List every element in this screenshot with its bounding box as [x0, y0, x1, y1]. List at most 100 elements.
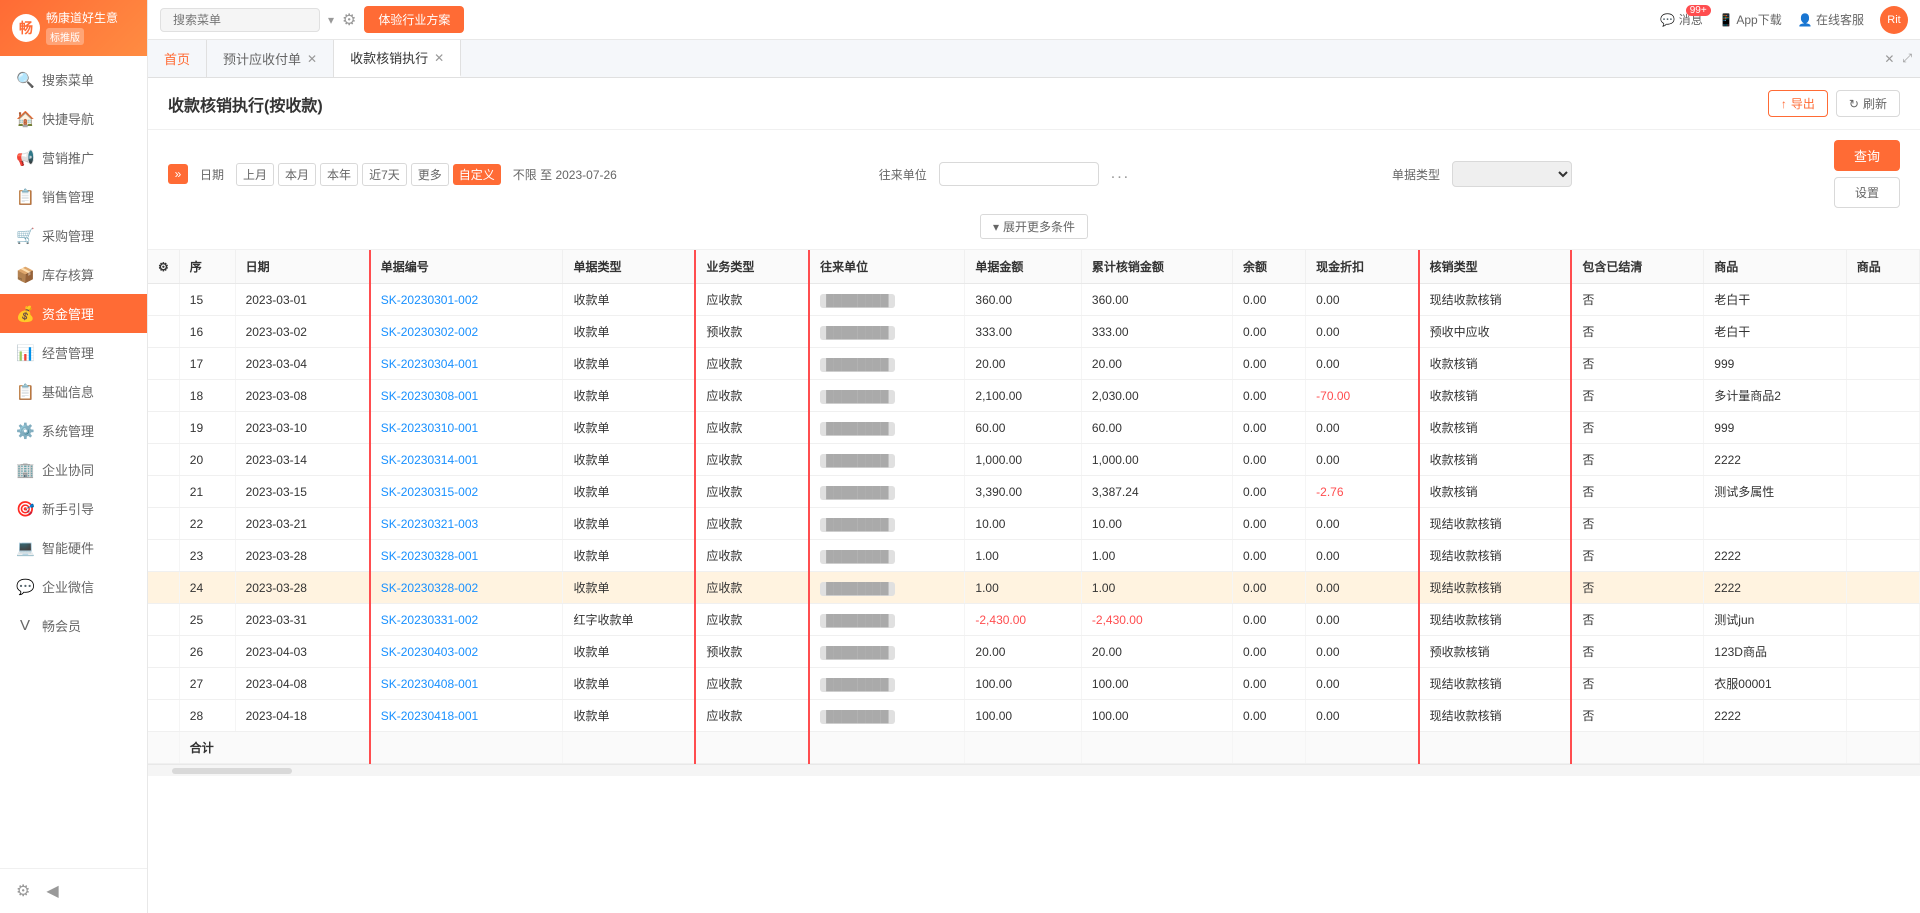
sidebar-item-sales[interactable]: 📋销售管理	[0, 177, 147, 216]
table-row[interactable]: 272023-04-08SK-20230408-001收款单应收款███████…	[148, 668, 1920, 700]
setting-button[interactable]: 设置	[1834, 177, 1900, 208]
table-cell: -2.76	[1306, 476, 1419, 508]
industry-solution-button[interactable]: 体验行业方案	[364, 6, 464, 33]
table-cell[interactable]: SK-20230321-003	[370, 508, 563, 540]
sidebar-item-member[interactable]: V畅会员	[0, 606, 147, 645]
more-date-button[interactable]: 更多	[411, 163, 449, 186]
collapse-icon[interactable]: ◀	[46, 881, 58, 901]
sidebar-item-operation[interactable]: 📊经营管理	[0, 333, 147, 372]
table-row[interactable]: 282023-04-18SK-20230418-001收款单应收款███████…	[148, 700, 1920, 732]
table-row[interactable]: 202023-03-14SK-20230314-001收款单应收款███████…	[148, 444, 1920, 476]
collection-tab-close-icon[interactable]: ✕	[434, 51, 444, 65]
table-row[interactable]: 162023-03-02SK-20230302-002收款单预收款███████…	[148, 316, 1920, 348]
table-row[interactable]: 172023-03-04SK-20230304-001收款单应收款███████…	[148, 348, 1920, 380]
table-row[interactable]: 192023-03-10SK-20230310-001收款单应收款███████…	[148, 412, 1920, 444]
table-cell: 123D商品	[1704, 636, 1846, 668]
table-cell[interactable]: SK-20230314-001	[370, 444, 563, 476]
last-7days-button[interactable]: 近7天	[362, 163, 407, 186]
topbar-search-input[interactable]	[160, 8, 320, 32]
sidebar-item-hardware[interactable]: 💻智能硬件	[0, 528, 147, 567]
app-download-link[interactable]: 📱 App下载	[1719, 11, 1782, 28]
date-filter-label: 日期	[200, 166, 224, 183]
counterparty-filter-input[interactable]	[939, 162, 1099, 186]
data-table-container[interactable]: ⚙ 序 日期 单据编号 单据类型 业务类型 往来单位 单据金额 累计核销金额 余…	[148, 250, 1920, 913]
chart-icon: 📊	[16, 344, 34, 362]
table-row[interactable]: 222023-03-21SK-20230321-003收款单应收款███████…	[148, 508, 1920, 540]
table-row[interactable]: 182023-03-08SK-20230308-001收款单应收款███████…	[148, 380, 1920, 412]
table-cell	[1846, 508, 1919, 540]
table-cell: 0.00	[1306, 412, 1419, 444]
table-row[interactable]: 152023-03-01SK-20230301-002收款单应收款███████…	[148, 284, 1920, 316]
sidebar-item-inventory[interactable]: 📦库存核算	[0, 255, 147, 294]
tab-home[interactable]: 首页	[148, 40, 207, 77]
footer-docno-cell	[370, 732, 563, 764]
table-cell[interactable]: SK-20230328-001	[370, 540, 563, 572]
sidebar-item-purchase[interactable]: 🛒采购管理	[0, 216, 147, 255]
user-avatar[interactable]: Rit	[1880, 6, 1908, 34]
settings-bottom-icon[interactable]: ⚙	[16, 881, 30, 901]
export-button[interactable]: ↑ 导出	[1768, 90, 1828, 117]
filter-expand-button[interactable]: »	[168, 164, 188, 184]
customer-service-link[interactable]: 👤 在线客服	[1798, 11, 1864, 28]
table-cell[interactable]: SK-20230315-002	[370, 476, 563, 508]
this-month-button[interactable]: 本月	[278, 163, 316, 186]
table-cell: ████████	[809, 348, 965, 380]
column-settings-icon[interactable]: ⚙	[158, 260, 169, 274]
footer-includesettled-cell	[1571, 732, 1703, 764]
sidebar-item-corp[interactable]: 🏢企业协同	[0, 450, 147, 489]
table-row[interactable]: 252023-03-31SK-20230331-002红字收款单应收款█████…	[148, 604, 1920, 636]
table-cell[interactable]: SK-20230302-002	[370, 316, 563, 348]
table-row[interactable]: 242023-03-28SK-20230328-002收款单应收款███████…	[148, 572, 1920, 604]
th-amount: 单据金额	[965, 250, 1082, 284]
table-cell[interactable]: SK-20230308-001	[370, 380, 563, 412]
refresh-button[interactable]: ↻ 刷新	[1836, 90, 1900, 117]
query-button[interactable]: 查询	[1834, 140, 1900, 171]
table-cell: 20	[179, 444, 235, 476]
table-cell: 0.00	[1306, 444, 1419, 476]
sidebar-item-guide[interactable]: 🎯新手引导	[0, 489, 147, 528]
sidebar-item-marketing[interactable]: 📢营销推广	[0, 138, 147, 177]
table-cell: 收款单	[563, 348, 695, 380]
this-year-button[interactable]: 本年	[320, 163, 358, 186]
sidebar-item-quicknav[interactable]: 🏠快捷导航	[0, 99, 147, 138]
sidebar-item-finance[interactable]: 💰资金管理	[0, 294, 147, 333]
tab-prereceipt[interactable]: 预计应收付单 ✕	[207, 40, 334, 77]
table-cell: 2222	[1704, 540, 1846, 572]
chevron-down-icon[interactable]: ▾	[328, 13, 334, 27]
th-settings[interactable]: ⚙	[148, 250, 179, 284]
table-cell[interactable]: SK-20230418-001	[370, 700, 563, 732]
table-cell: ████████	[809, 700, 965, 732]
expand-more-button[interactable]: ▾ 展开更多条件	[980, 214, 1088, 239]
sidebar-item-search[interactable]: 🔍搜索菜单	[0, 60, 147, 99]
table-row[interactable]: 212023-03-15SK-20230315-002收款单应收款███████…	[148, 476, 1920, 508]
topbar-gear-icon[interactable]: ⚙	[342, 10, 356, 30]
last-month-button[interactable]: 上月	[236, 163, 274, 186]
prereceipt-tab-close-icon[interactable]: ✕	[307, 52, 317, 66]
sidebar-item-system[interactable]: ⚙️系统管理	[0, 411, 147, 450]
table-cell: 应收款	[695, 700, 809, 732]
tab-collection[interactable]: 收款核销执行 ✕	[334, 40, 461, 77]
table-cell[interactable]: SK-20230310-001	[370, 412, 563, 444]
sidebar-item-basic[interactable]: 📋基础信息	[0, 372, 147, 411]
doc-type-select[interactable]	[1452, 161, 1572, 187]
money-icon: 💰	[16, 305, 34, 323]
message-icon[interactable]: 💬 消息 99+	[1660, 11, 1702, 28]
table-cell[interactable]: SK-20230403-002	[370, 636, 563, 668]
table-cell[interactable]: SK-20230304-001	[370, 348, 563, 380]
table-cell[interactable]: SK-20230331-002	[370, 604, 563, 636]
export-icon: ↑	[1781, 97, 1787, 111]
wechat-icon: 💬	[16, 578, 34, 596]
tab-close-all-icon[interactable]: ✕	[1884, 52, 1894, 66]
table-row[interactable]: 232023-03-28SK-20230328-001收款单应收款███████…	[148, 540, 1920, 572]
sidebar-item-wechat[interactable]: 💬企业微信	[0, 567, 147, 606]
table-cell[interactable]: SK-20230328-002	[370, 572, 563, 604]
filter-dots: ...	[1111, 165, 1130, 183]
custom-date-button[interactable]: 自定义	[453, 164, 501, 185]
table-row[interactable]: 262023-04-03SK-20230403-002收款单预收款███████…	[148, 636, 1920, 668]
scroll-thumb[interactable]	[172, 768, 292, 774]
table-scrollbar[interactable]	[148, 764, 1920, 776]
table-cell: ████████	[809, 476, 965, 508]
tab-expand-icon[interactable]: ⤢	[1902, 51, 1912, 66]
table-cell[interactable]: SK-20230301-002	[370, 284, 563, 316]
table-cell[interactable]: SK-20230408-001	[370, 668, 563, 700]
